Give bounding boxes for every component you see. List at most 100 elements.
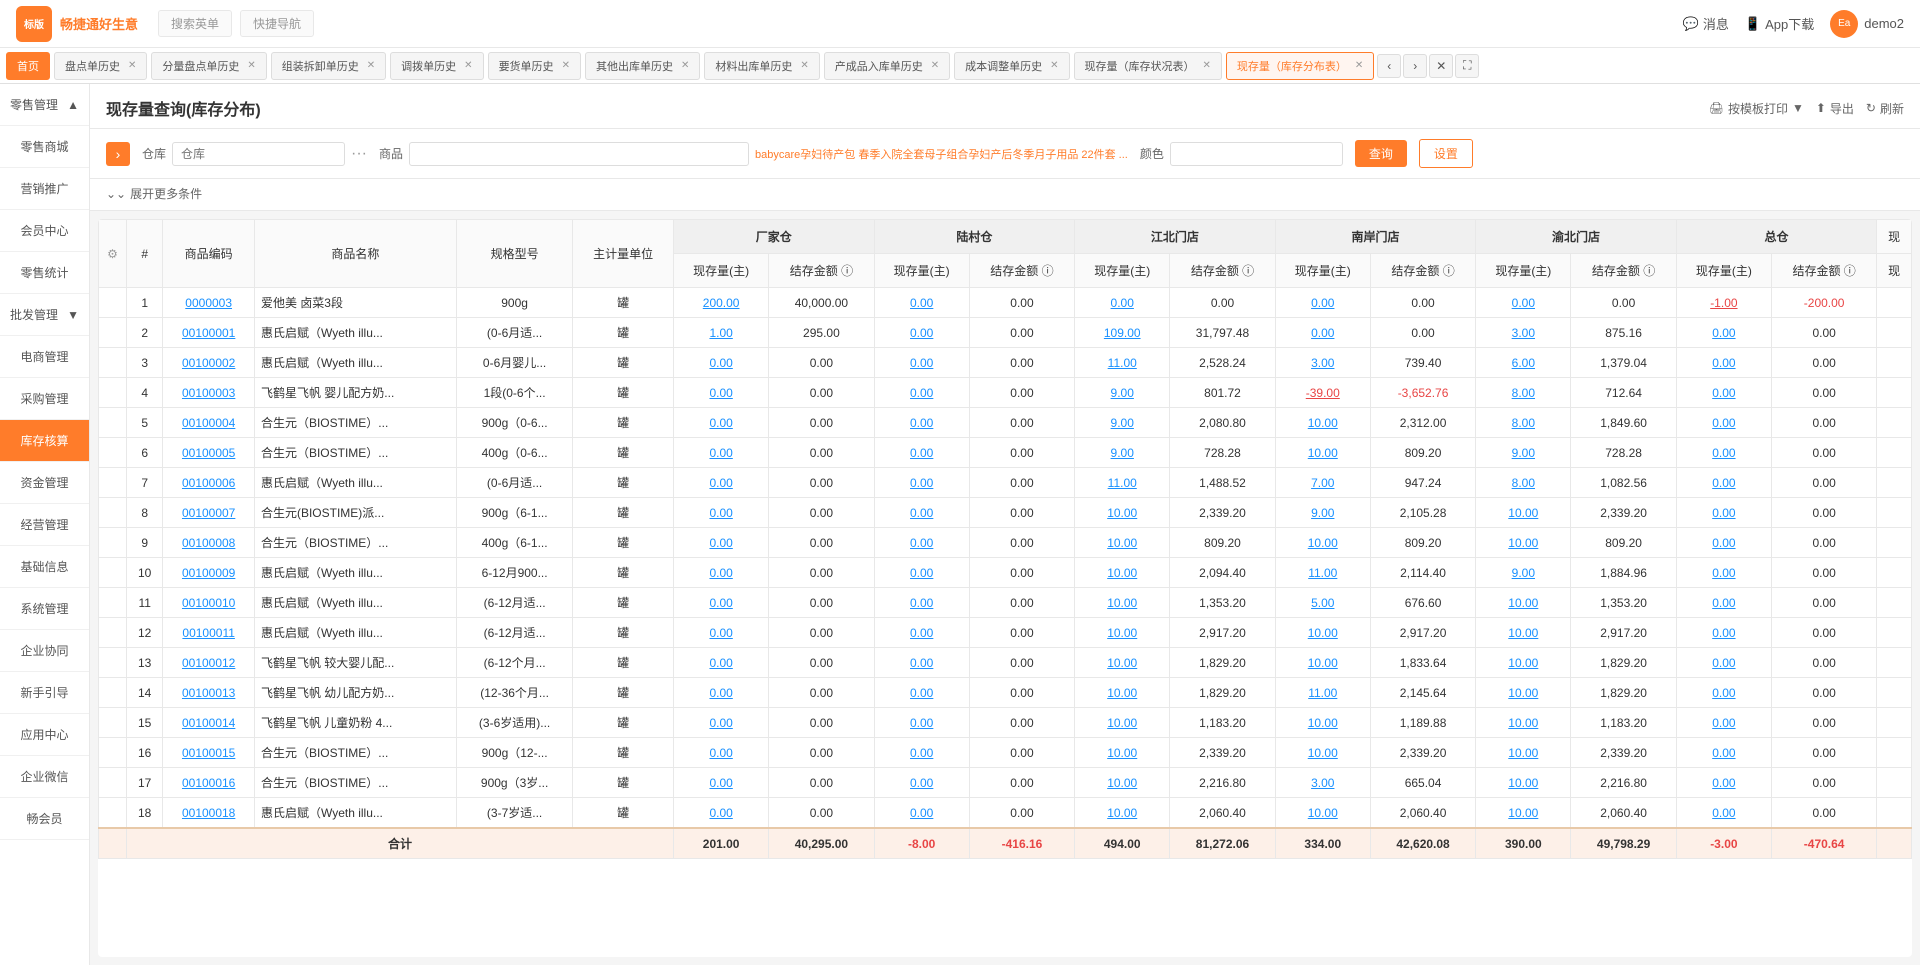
tab-stock-status[interactable]: 现存量（库存状况表） ✕ <box>1074 52 1222 80</box>
row-jiangbei-qty: 109.00 <box>1075 318 1170 348</box>
sidebar-item-basic-info[interactable]: 基础信息 <box>0 546 89 588</box>
sidebar-item-marketing[interactable]: 营销推广 <box>0 168 89 210</box>
row-spec: 1段(0-6个... <box>456 378 572 408</box>
print-btn[interactable]: 🖨 按模板打印 ▼ <box>1709 100 1804 117</box>
tab-other-outstock[interactable]: 其他出库单历史 ✕ <box>585 52 700 80</box>
message-btn[interactable]: 💬 消息 <box>1683 14 1729 33</box>
row-lucun-amt: 0.00 <box>969 768 1074 798</box>
tab-home[interactable]: 首页 <box>6 52 50 80</box>
row-lucun-qty: 0.00 <box>874 288 969 318</box>
quick-nav-btn[interactable]: 快捷导航 <box>240 10 314 37</box>
message-icon: 💬 <box>1683 16 1699 32</box>
sidebar-item-finance[interactable]: 资金管理 <box>0 462 89 504</box>
setting-btn[interactable]: 设置 <box>1419 139 1473 168</box>
tab-close-icon[interactable]: ✕ <box>800 60 808 71</box>
refresh-btn[interactable]: ↻ 刷新 <box>1866 100 1904 117</box>
summary-nanan-amt: 42,620.08 <box>1370 828 1475 859</box>
warehouse-more-btn[interactable]: ··· <box>351 145 367 163</box>
row-jiangbei-qty: 10.00 <box>1075 558 1170 588</box>
sidebar-item-system-mgmt[interactable]: 系统管理 <box>0 588 89 630</box>
th-yubei-qty: 现存量(主) <box>1476 254 1571 288</box>
th-nanan-amt: 结存金额 ⓘ <box>1370 254 1475 288</box>
table-row: 15 00100014 飞鹤星飞帆 儿童奶粉 4... (3-6岁适用)... … <box>99 708 1912 738</box>
app-download-btn[interactable]: 📱 App下载 <box>1745 14 1814 33</box>
sidebar-item-inventory[interactable]: 库存核算 <box>0 420 89 462</box>
tab-assembly[interactable]: 组装拆卸单历史 ✕ <box>271 52 386 80</box>
sidebar-item-app-center[interactable]: 应用中心 <box>0 714 89 756</box>
warehouse-input[interactable] <box>172 142 345 166</box>
sidebar-item-retail-mgmt[interactable]: 零售管理 ▲ <box>0 84 89 126</box>
sidebar-item-business-mgmt[interactable]: 经营管理 <box>0 504 89 546</box>
tab-close-icon[interactable]: ✕ <box>128 60 136 71</box>
tab-close-icon[interactable]: ✕ <box>1050 60 1058 71</box>
sidebar-item-enterprise-collab[interactable]: 企业协同 <box>0 630 89 672</box>
tab-prev-btn[interactable]: ‹ <box>1377 54 1401 78</box>
sidebar-item-new-guide[interactable]: 新手引导 <box>0 672 89 714</box>
sidebar-item-ecommerce[interactable]: 电商管理 <box>0 336 89 378</box>
th-factory-amt: 结存金额 ⓘ <box>769 254 874 288</box>
row-name: 惠氏启赋（Wyeth illu... <box>254 798 456 829</box>
row-name: 合生元（BIOSTIME）... <box>254 768 456 798</box>
row-gear <box>99 738 127 768</box>
tab-product-instock[interactable]: 产成品入库单历史 ✕ <box>824 52 950 80</box>
product-input[interactable] <box>409 142 749 166</box>
row-lucun-qty: 0.00 <box>874 798 969 829</box>
tab-requisition[interactable]: 要货单历史 ✕ <box>488 52 581 80</box>
sidebar-item-member-center[interactable]: 会员中心 <box>0 210 89 252</box>
tab-close-icon[interactable]: ✕ <box>681 60 689 71</box>
tab-cost-adjust[interactable]: 成本调整单历史 ✕ <box>954 52 1069 80</box>
tab-material-outstock[interactable]: 材料出库单历史 ✕ <box>704 52 819 80</box>
search-english-btn[interactable]: 搜索英单 <box>158 10 232 37</box>
tab-expand-btn[interactable]: ⛶ <box>1455 54 1479 78</box>
table-row: 11 00100010 惠氏启赋（Wyeth illu... (6-12月适..… <box>99 588 1912 618</box>
sidebar-item-retail-stats[interactable]: 零售统计 <box>0 252 89 294</box>
sidebar-item-vip-member[interactable]: 畅会员 <box>0 798 89 840</box>
tab-close-icon[interactable]: ✕ <box>367 60 375 71</box>
th-factory-qty: 现存量(主) <box>674 254 769 288</box>
tab-close-icon[interactable]: ✕ <box>247 60 255 71</box>
row-curr <box>1877 798 1912 829</box>
sidebar-item-purchase[interactable]: 采购管理 <box>0 378 89 420</box>
sidebar-item-wechat[interactable]: 企业微信 <box>0 756 89 798</box>
export-btn[interactable]: ⬆ 导出 <box>1816 100 1854 117</box>
tab-close-icon[interactable]: ✕ <box>1355 60 1363 71</box>
sidebar-item-retail-mall[interactable]: 零售商城 <box>0 126 89 168</box>
tab-next-btn[interactable]: › <box>1403 54 1427 78</box>
filter-toggle-btn[interactable]: › <box>106 142 130 166</box>
row-nanan-amt: 0.00 <box>1370 288 1475 318</box>
row-jiangbei-amt: 1,829.20 <box>1170 678 1275 708</box>
expand-conditions-btn[interactable]: ⌄⌄ 展开更多条件 <box>106 185 1904 202</box>
row-index: 11 <box>127 588 163 618</box>
th-lucun-qty: 现存量(主) <box>874 254 969 288</box>
row-factory-amt: 0.00 <box>769 438 874 468</box>
tab-close-icon[interactable]: ✕ <box>562 60 570 71</box>
row-unit: 罐 <box>573 438 674 468</box>
gear-icon[interactable]: ⚙ <box>107 247 118 261</box>
row-curr <box>1877 318 1912 348</box>
tab-close-icon[interactable]: ✕ <box>931 60 939 71</box>
tab-close-icon[interactable]: ✕ <box>1203 60 1211 71</box>
tab-transfer[interactable]: 调拨单历史 ✕ <box>390 52 483 80</box>
color-input[interactable] <box>1170 142 1343 166</box>
row-index: 13 <box>127 648 163 678</box>
tab-close-all-btn[interactable]: ✕ <box>1429 54 1453 78</box>
table-row: 3 00100002 惠氏启赋（Wyeth illu... 0-6月婴儿... … <box>99 348 1912 378</box>
sidebar-item-wholesale-mgmt[interactable]: 批发管理 ▼ <box>0 294 89 336</box>
row-factory-qty: 0.00 <box>674 738 769 768</box>
tab-close-icon[interactable]: ✕ <box>464 60 472 71</box>
product-more-btn[interactable]: babycare孕妇待产包 春季入院全套母子组合孕妇产后冬季月子用品 22件套 … <box>755 146 1128 162</box>
tab-portion-stocktake[interactable]: 分量盘点单历史 ✕ <box>151 52 266 80</box>
tab-stocktake-history[interactable]: 盘点单历史 ✕ <box>54 52 147 80</box>
summary-yubei-amt: 49,798.29 <box>1571 828 1676 859</box>
row-index: 5 <box>127 408 163 438</box>
tab-stock-distribution[interactable]: 现存量（库存分布表） ✕ <box>1226 52 1374 80</box>
user-info[interactable]: Ea demo2 <box>1830 10 1904 38</box>
row-factory-amt: 0.00 <box>769 708 874 738</box>
th-jiangbei-amt: 结存金额 ⓘ <box>1170 254 1275 288</box>
row-nanan-amt: 676.60 <box>1370 588 1475 618</box>
row-jiangbei-amt: 1,829.20 <box>1170 648 1275 678</box>
row-lucun-amt: 0.00 <box>969 678 1074 708</box>
summary-lucun-qty: -8.00 <box>874 828 969 859</box>
query-btn[interactable]: 查询 <box>1355 140 1407 167</box>
summary-factory-qty: 201.00 <box>674 828 769 859</box>
